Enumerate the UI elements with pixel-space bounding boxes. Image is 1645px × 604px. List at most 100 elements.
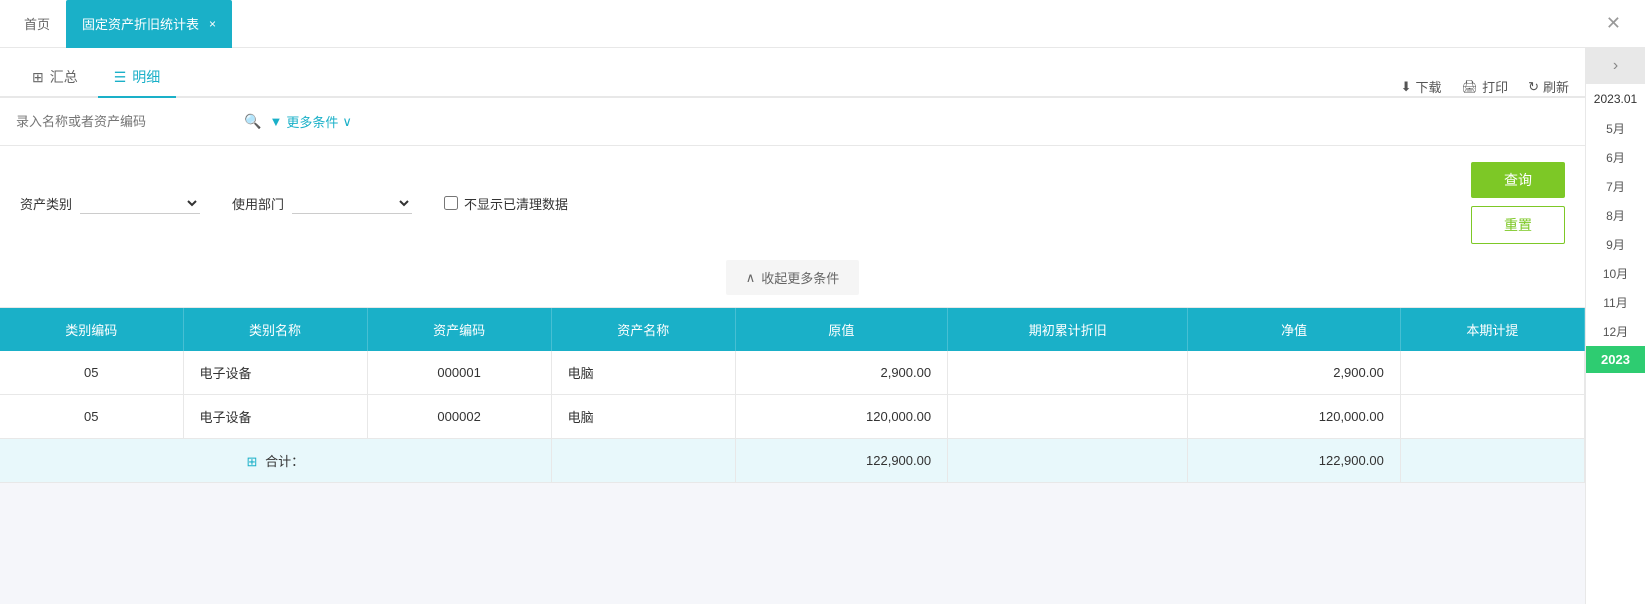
- cell-category: 电子设备: [183, 395, 367, 439]
- date-nav-arrow-up[interactable]: ›: [1586, 48, 1645, 84]
- table-body: 05 电子设备 000001 电脑 2,900.00 2,900.00 05 电…: [0, 351, 1585, 483]
- cell-net-value: 2,900.00: [1188, 351, 1400, 395]
- cell-current-depr: [1400, 395, 1584, 439]
- summary-tab-label: 汇总: [50, 67, 78, 87]
- col-header-asset-name: 资产名称: [551, 308, 735, 351]
- print-button[interactable]: 🖨 打印: [1462, 77, 1509, 96]
- no-cleared-checkbox[interactable]: [444, 196, 458, 210]
- cell-asset-code: 000001: [367, 351, 551, 395]
- month-sep[interactable]: 9月: [1586, 230, 1645, 259]
- current-date-display: 2023.01: [1590, 84, 1641, 114]
- tab-summary[interactable]: ⊞ 汇总: [16, 58, 94, 98]
- content-area: ⊞ 汇总 ☰ 明细 ⬇ 下载 🖨 打印 ↻ 刷新: [0, 48, 1645, 604]
- detail-tab-label: 明细: [132, 67, 160, 87]
- query-button[interactable]: 查询: [1471, 162, 1565, 198]
- col-header-accumulated-depr: 期初累计折旧: [948, 308, 1188, 351]
- more-conditions-button[interactable]: ▼ 更多条件 ∨: [269, 112, 351, 131]
- window-close-button[interactable]: ✕: [1598, 9, 1629, 38]
- asset-type-field: 资产类别: [20, 192, 200, 214]
- download-button[interactable]: ⬇ 下载: [1401, 77, 1442, 96]
- month-jul[interactable]: 7月: [1586, 172, 1645, 201]
- detail-icon: ☰: [114, 69, 127, 86]
- total-original-value: 122,900.00: [735, 439, 947, 483]
- cell-original-value: 2,900.00: [735, 351, 947, 395]
- active-tab[interactable]: 固定资产折旧统计表 ×: [66, 0, 232, 48]
- print-label: 打印: [1482, 77, 1508, 96]
- filter-icon: ▼: [269, 114, 282, 129]
- collapse-label: 收起更多条件: [761, 268, 839, 287]
- cell-code: 05: [0, 351, 183, 395]
- toolbar-right: ⬇ 下载 🖨 打印 ↻ 刷新: [1401, 77, 1569, 96]
- print-icon: 🖨: [1462, 79, 1479, 95]
- month-nov[interactable]: 11月: [1586, 288, 1645, 317]
- table-total-row: ⊞ 合计： 122,900.00 122,900.00: [0, 439, 1585, 483]
- total-label: 合计：: [265, 454, 304, 469]
- sub-tabs-bar: ⊞ 汇总 ☰ 明细 ⬇ 下载 🖨 打印 ↻ 刷新: [0, 48, 1585, 98]
- collapse-icon: ∧: [746, 270, 756, 286]
- reset-button[interactable]: 重置: [1471, 206, 1565, 244]
- use-dept-label: 使用部门: [232, 194, 284, 213]
- total-icon: ⊞: [247, 454, 258, 469]
- col-header-category: 类别名称: [183, 308, 367, 351]
- tab-close-button[interactable]: ×: [209, 17, 216, 31]
- cell-category: 电子设备: [183, 351, 367, 395]
- cell-code: 05: [0, 395, 183, 439]
- tab-detail[interactable]: ☰ 明细: [98, 58, 177, 98]
- summary-icon: ⊞: [32, 69, 44, 86]
- filter-buttons: 查询 重置: [1471, 162, 1565, 244]
- download-icon: ⬇: [1401, 79, 1412, 95]
- month-jun[interactable]: 6月: [1586, 143, 1645, 172]
- cell-asset-name: 电脑: [551, 395, 735, 439]
- month-aug[interactable]: 8月: [1586, 201, 1645, 230]
- month-oct[interactable]: 10月: [1586, 259, 1645, 288]
- main-panel: ⊞ 汇总 ☰ 明细 ⬇ 下载 🖨 打印 ↻ 刷新: [0, 48, 1585, 604]
- total-current-depr: [1400, 439, 1584, 483]
- month-dec[interactable]: 12月: [1586, 317, 1645, 346]
- total-accumulated-depr: [948, 439, 1188, 483]
- search-bar: 🔍 ▼ 更多条件 ∨: [0, 98, 1585, 146]
- cell-net-value: 120,000.00: [1188, 395, 1400, 439]
- year-display[interactable]: 2023: [1586, 346, 1645, 373]
- search-input[interactable]: [16, 114, 236, 129]
- refresh-button[interactable]: ↻ 刷新: [1528, 77, 1569, 96]
- col-header-original-value: 原值: [735, 308, 947, 351]
- use-dept-field: 使用部门: [232, 192, 412, 214]
- cell-original-value: 120,000.00: [735, 395, 947, 439]
- cell-asset-name: 电脑: [551, 351, 735, 395]
- refresh-label: 刷新: [1543, 77, 1569, 96]
- date-navigation: › 2023.01 5月 6月 7月 8月 9月 10月 11月 12月 202…: [1585, 48, 1645, 604]
- col-header-asset-code: 资产编码: [367, 308, 551, 351]
- cell-accumulated-depr: [948, 395, 1188, 439]
- chevron-down-icon: ∨: [342, 114, 352, 130]
- top-navigation: 首页 固定资产折旧统计表 × ✕: [0, 0, 1645, 48]
- asset-type-label: 资产类别: [20, 194, 72, 213]
- cell-current-depr: [1400, 351, 1584, 395]
- month-may[interactable]: 5月: [1586, 114, 1645, 143]
- asset-type-select[interactable]: [80, 192, 200, 214]
- col-header-code: 类别编码: [0, 308, 183, 351]
- download-label: 下载: [1416, 77, 1442, 96]
- col-header-net-value: 净值: [1188, 308, 1400, 351]
- table-row: 05 电子设备 000002 电脑 120,000.00 120,000.00: [0, 395, 1585, 439]
- tab-label: 固定资产折旧统计表: [82, 14, 199, 33]
- total-empty-name: [551, 439, 735, 483]
- total-label-cell: ⊞ 合计：: [0, 439, 551, 483]
- home-nav-item[interactable]: 首页: [16, 14, 58, 33]
- col-header-current-depr: 本期计提: [1400, 308, 1584, 351]
- no-cleared-field: 不显示已清理数据: [444, 194, 568, 213]
- collapse-conditions-button[interactable]: ∧ 收起更多条件: [726, 260, 860, 295]
- refresh-icon: ↻: [1528, 79, 1539, 95]
- filter-row: 资产类别 使用部门 不显示已清理数据 查询 重置: [20, 162, 1565, 244]
- data-table-container: 类别编码 类别名称 资产编码 资产名称 原值 期初累计折旧 净值 本期计提 05…: [0, 308, 1585, 604]
- use-dept-select[interactable]: [292, 192, 412, 214]
- no-cleared-label: 不显示已清理数据: [464, 194, 568, 213]
- more-conditions-label: 更多条件: [286, 112, 338, 131]
- search-icon: 🔍: [244, 113, 261, 130]
- cell-asset-code: 000002: [367, 395, 551, 439]
- table-header: 类别编码 类别名称 资产编码 资产名称 原值 期初累计折旧 净值 本期计提: [0, 308, 1585, 351]
- table-row: 05 电子设备 000001 电脑 2,900.00 2,900.00: [0, 351, 1585, 395]
- data-table: 类别编码 类别名称 资产编码 资产名称 原值 期初累计折旧 净值 本期计提 05…: [0, 308, 1585, 483]
- filter-area: 资产类别 使用部门 不显示已清理数据 查询 重置: [0, 146, 1585, 308]
- total-net-value: 122,900.00: [1188, 439, 1400, 483]
- table-header-row: 类别编码 类别名称 资产编码 资产名称 原值 期初累计折旧 净值 本期计提: [0, 308, 1585, 351]
